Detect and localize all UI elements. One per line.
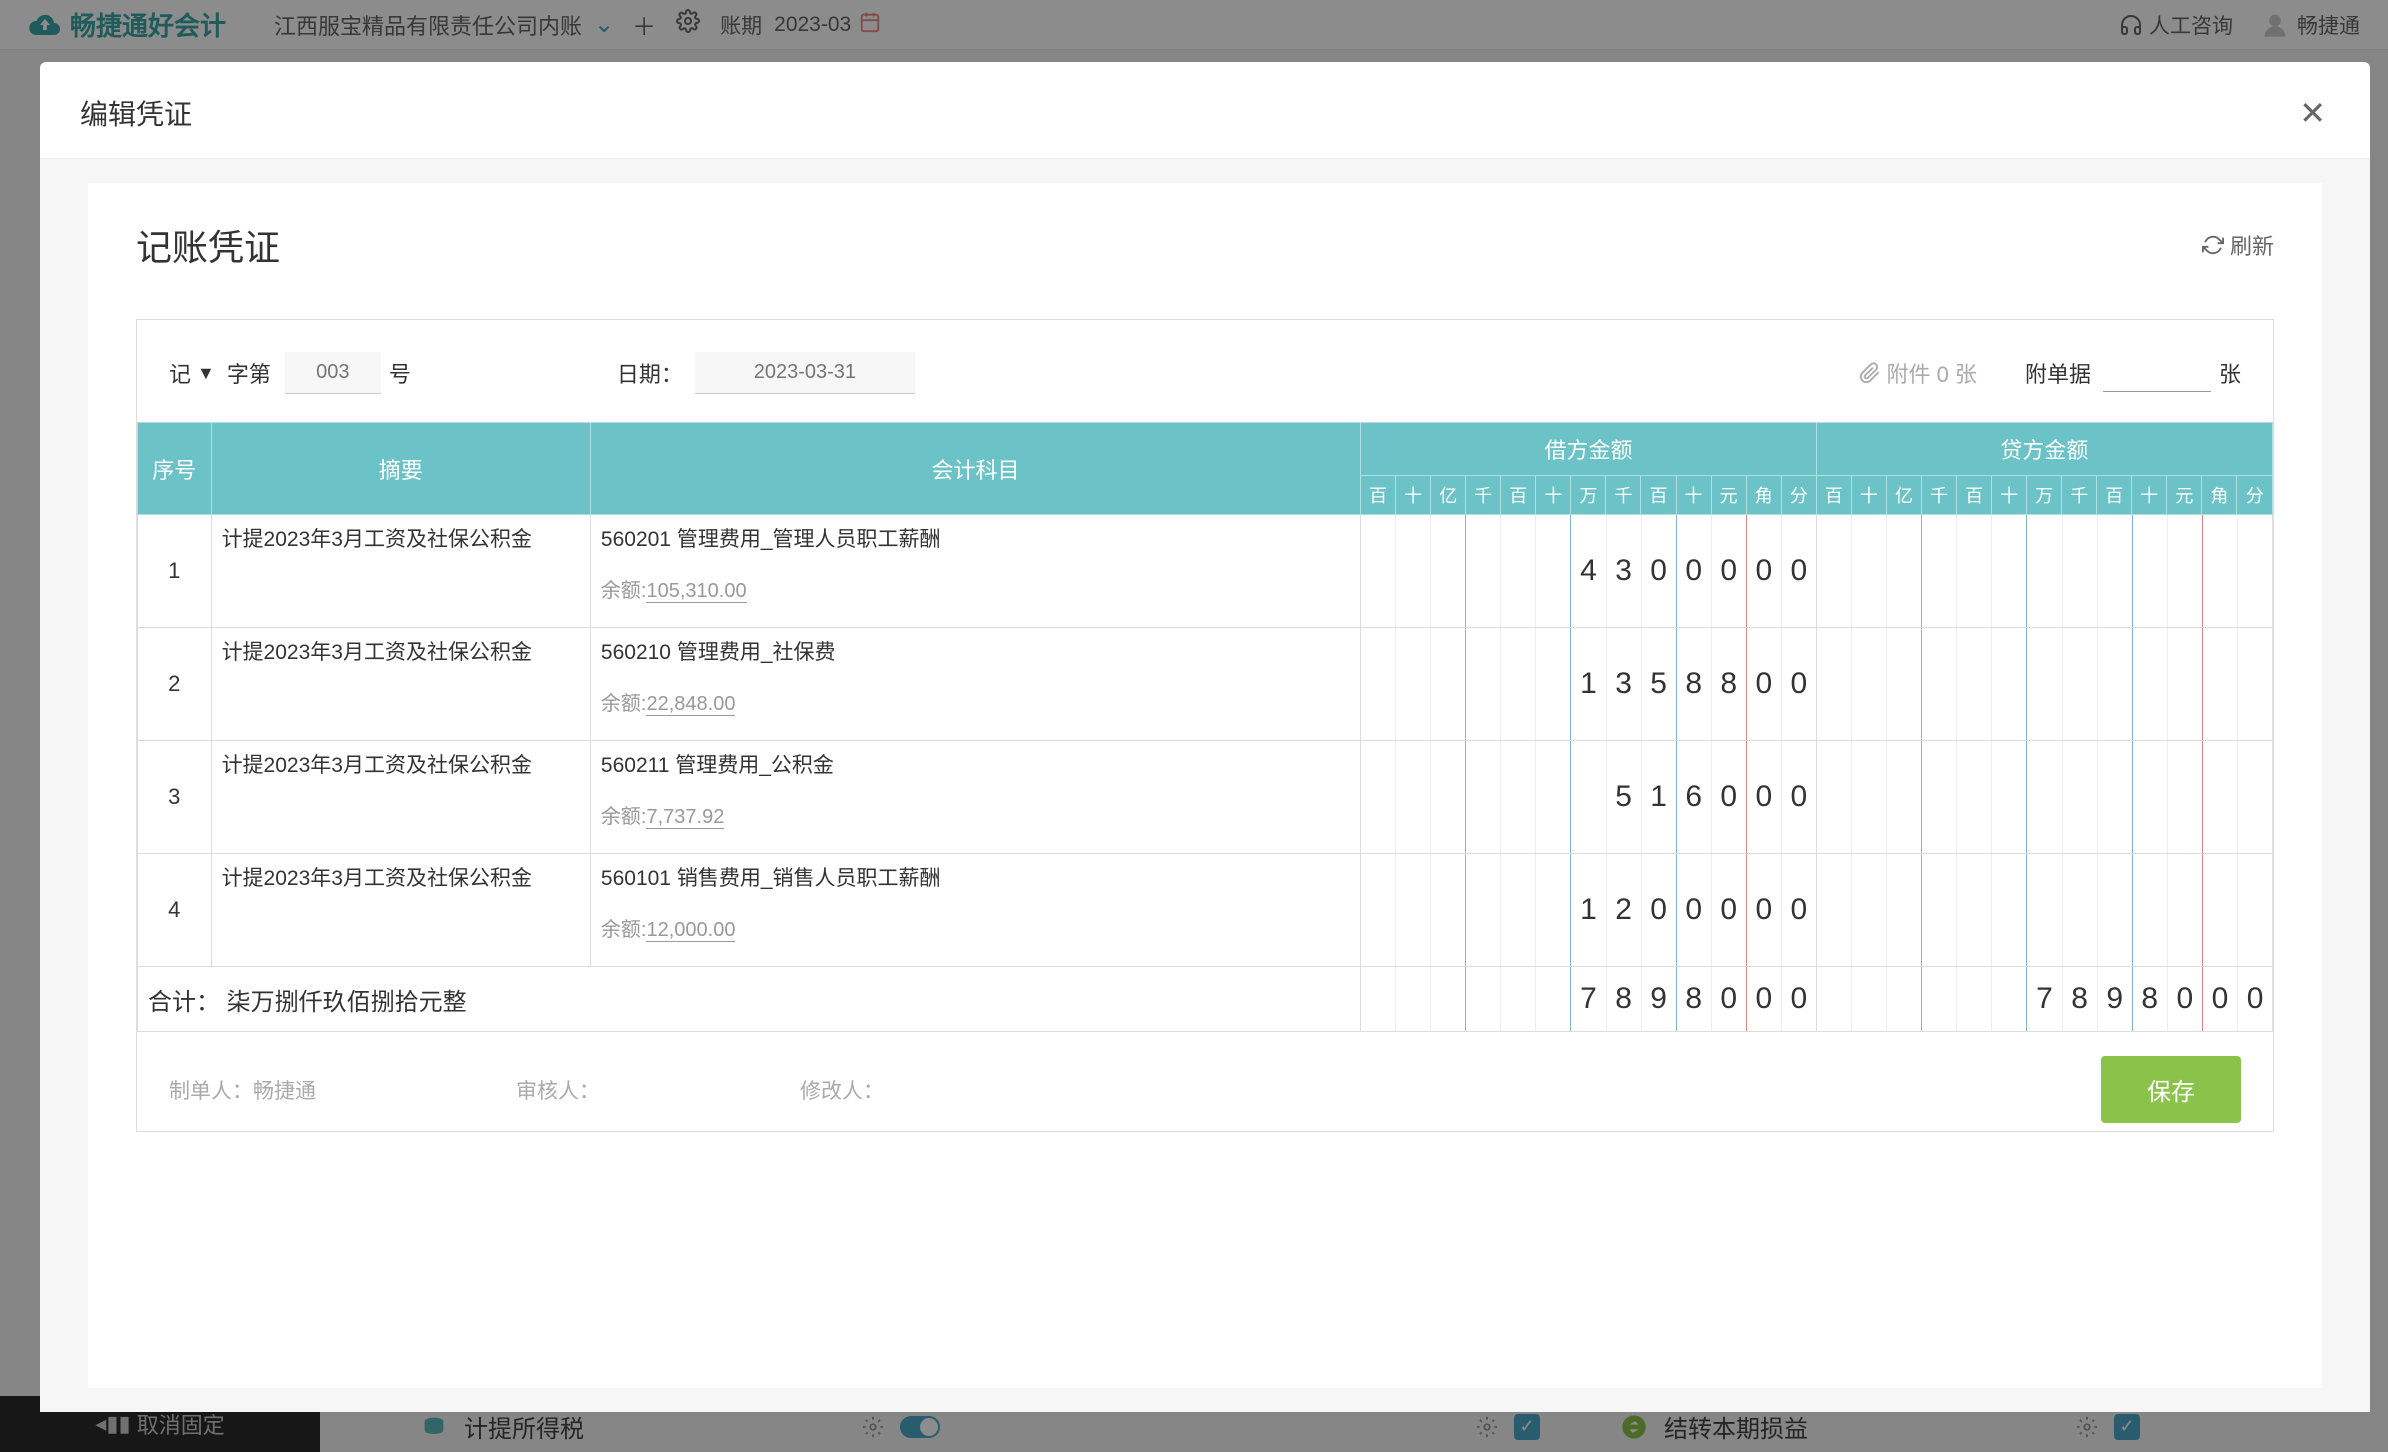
th-digit: 百 bbox=[1641, 476, 1676, 515]
th-debit: 借方金额 bbox=[1361, 423, 1817, 476]
total-label: 合计： 柒万捌仟玖佰捌拾元整 bbox=[138, 967, 1361, 1032]
row-number: 3 bbox=[138, 741, 212, 854]
row-number: 1 bbox=[138, 515, 212, 628]
amount-cell[interactable]: 1358800 bbox=[1361, 628, 1817, 741]
th-subject: 会计科目 bbox=[590, 423, 1360, 515]
amount-cell[interactable]: 7898000 bbox=[1361, 967, 1817, 1032]
refresh-button[interactable]: 刷新 bbox=[2202, 229, 2274, 261]
total-row: 合计： 柒万捌仟玖佰捌拾元整78980007898000 bbox=[138, 967, 2273, 1032]
summary-cell[interactable]: 计提2023年3月工资及社保公积金 bbox=[211, 628, 590, 741]
summary-cell[interactable]: 计提2023年3月工资及社保公积金 bbox=[211, 854, 590, 967]
table-row: 2计提2023年3月工资及社保公积金560210 管理费用_社保费余额:22,8… bbox=[138, 628, 2273, 741]
modal-title: 编辑凭证 bbox=[80, 93, 192, 133]
th-digit: 百 bbox=[1501, 476, 1536, 515]
attach-docs-input[interactable] bbox=[2103, 354, 2211, 392]
amount-cell[interactable]: 516000 bbox=[1361, 741, 1817, 854]
attach-docs-unit: 张 bbox=[2219, 357, 2241, 389]
th-digit: 十 bbox=[1992, 476, 2027, 515]
th-digit: 千 bbox=[1922, 476, 1957, 515]
voucher-number-input[interactable] bbox=[285, 352, 381, 394]
th-digit: 百 bbox=[1361, 476, 1396, 515]
table-row: 3计提2023年3月工资及社保公积金560211 管理费用_公积金余额:7,73… bbox=[138, 741, 2273, 854]
refresh-icon bbox=[2202, 234, 2224, 256]
th-digit: 十 bbox=[1676, 476, 1711, 515]
maker-label: 制单人：畅捷通 bbox=[169, 1075, 316, 1105]
save-button[interactable]: 保存 bbox=[2101, 1056, 2241, 1123]
th-digit: 分 bbox=[1781, 476, 1816, 515]
close-icon[interactable]: ✕ bbox=[2295, 90, 2330, 136]
subject-cell[interactable]: 560201 管理费用_管理人员职工薪酬余额:105,310.00 bbox=[590, 515, 1360, 628]
th-digit: 千 bbox=[1606, 476, 1641, 515]
th-credit: 贷方金额 bbox=[1816, 423, 2272, 476]
th-digit: 元 bbox=[2167, 476, 2202, 515]
attach-docs-label: 附单据 bbox=[2025, 357, 2091, 389]
th-summary: 摘要 bbox=[211, 423, 590, 515]
amount-cell[interactable]: 4300000 bbox=[1361, 515, 1817, 628]
th-digit: 千 bbox=[2062, 476, 2097, 515]
th-digit: 十 bbox=[1536, 476, 1571, 515]
modal-header: 编辑凭证 ✕ bbox=[40, 62, 2370, 159]
date-label: 日期： bbox=[617, 357, 683, 389]
date-input[interactable] bbox=[695, 352, 915, 394]
table-row: 4计提2023年3月工资及社保公积金560101 销售费用_销售人员职工薪酬余额… bbox=[138, 854, 2273, 967]
summary-cell[interactable]: 计提2023年3月工资及社保公积金 bbox=[211, 741, 590, 854]
amount-cell[interactable]: 1200000 bbox=[1361, 854, 1817, 967]
subject-cell[interactable]: 560211 管理费用_公积金余额:7,737.92 bbox=[590, 741, 1360, 854]
attachment-info[interactable]: 附件 0 张 bbox=[1859, 357, 1977, 389]
caret-down-icon[interactable]: ▼ bbox=[197, 363, 215, 384]
row-number: 4 bbox=[138, 854, 212, 967]
amount-cell[interactable] bbox=[1816, 628, 2272, 741]
th-digit: 十 bbox=[1396, 476, 1431, 515]
th-digit: 十 bbox=[1851, 476, 1886, 515]
th-digit: 角 bbox=[2202, 476, 2237, 515]
th-digit: 分 bbox=[2237, 476, 2273, 515]
modifier-label: 修改人： bbox=[800, 1075, 884, 1105]
voucher-title: 记账凭证 bbox=[136, 219, 280, 271]
edit-voucher-modal: 编辑凭证 ✕ 记账凭证 刷新 记 ▼ 字第 号 日期： bbox=[40, 62, 2370, 1412]
subject-cell[interactable]: 560210 管理费用_社保费余额:22,848.00 bbox=[590, 628, 1360, 741]
th-digit: 亿 bbox=[1431, 476, 1466, 515]
amount-cell[interactable]: 7898000 bbox=[1816, 967, 2272, 1032]
amount-cell[interactable] bbox=[1816, 515, 2272, 628]
voucher-type[interactable]: 记 bbox=[169, 357, 191, 389]
th-digit: 亿 bbox=[1886, 476, 1921, 515]
th-digit: 百 bbox=[2097, 476, 2132, 515]
row-number: 2 bbox=[138, 628, 212, 741]
th-digit: 百 bbox=[1816, 476, 1851, 515]
th-digit: 千 bbox=[1466, 476, 1501, 515]
label-zidi: 字第 bbox=[227, 357, 271, 389]
th-digit: 万 bbox=[1571, 476, 1606, 515]
th-digit: 十 bbox=[2132, 476, 2167, 515]
auditor-label: 审核人： bbox=[516, 1075, 600, 1105]
voucher-table: 序号 摘要 会计科目 借方金额 贷方金额 百十亿千百十万千百十元角分百十亿千百十… bbox=[137, 422, 2273, 1032]
th-digit: 百 bbox=[1957, 476, 1992, 515]
summary-cell[interactable]: 计提2023年3月工资及社保公积金 bbox=[211, 515, 590, 628]
th-digit: 万 bbox=[2027, 476, 2062, 515]
amount-cell[interactable] bbox=[1816, 854, 2272, 967]
subject-cell[interactable]: 560101 销售费用_销售人员职工薪酬余额:12,000.00 bbox=[590, 854, 1360, 967]
th-digit: 角 bbox=[1746, 476, 1781, 515]
label-hao: 号 bbox=[389, 357, 411, 389]
th-digit: 元 bbox=[1711, 476, 1746, 515]
th-seq: 序号 bbox=[138, 423, 212, 515]
table-row: 1计提2023年3月工资及社保公积金560201 管理费用_管理人员职工薪酬余额… bbox=[138, 515, 2273, 628]
paperclip-icon bbox=[1859, 362, 1881, 384]
amount-cell[interactable] bbox=[1816, 741, 2272, 854]
